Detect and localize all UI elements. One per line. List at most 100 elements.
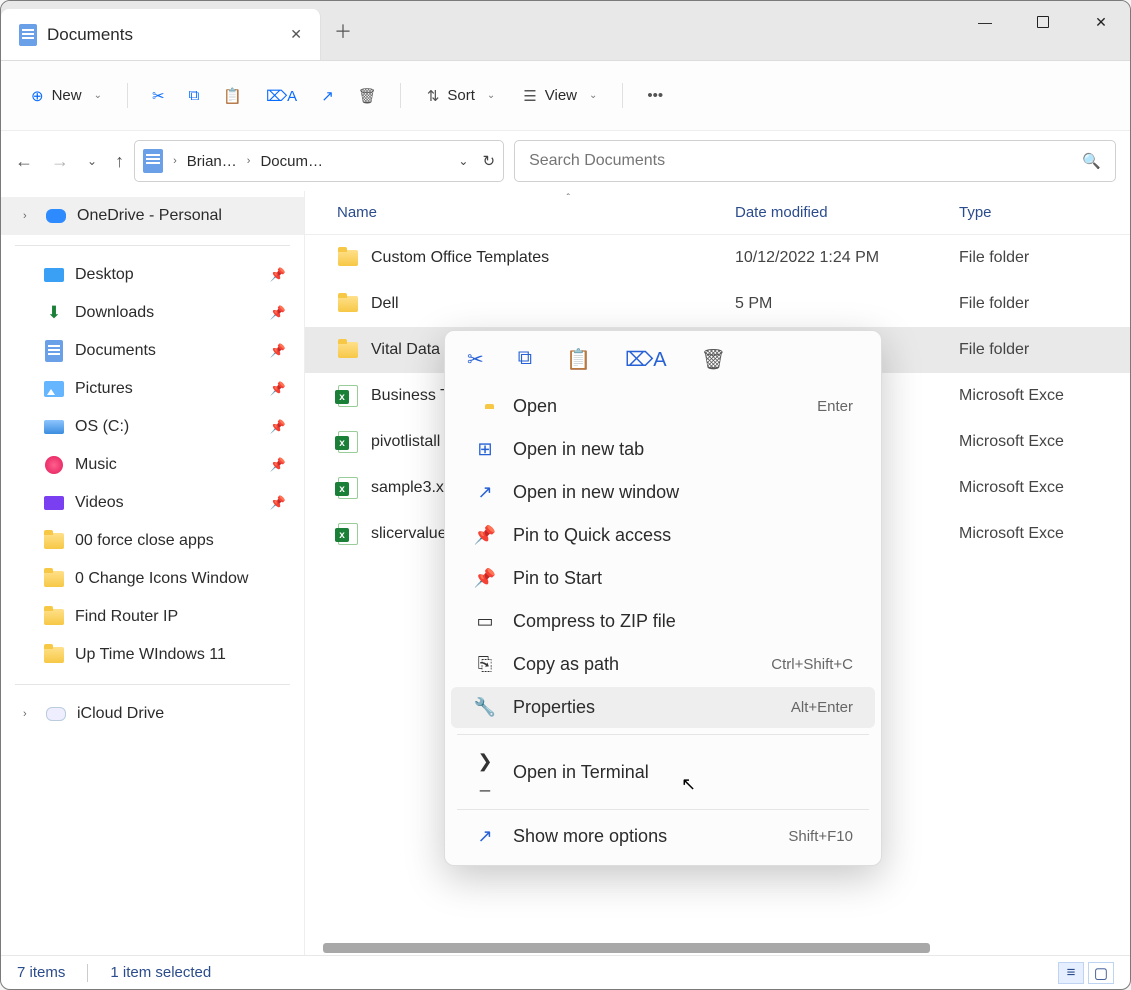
copy-icon: ⧉ xyxy=(189,87,200,104)
view-button[interactable]: ☰ View ⌄ xyxy=(511,79,609,113)
rename-icon[interactable]: ⌦A xyxy=(625,347,667,372)
sidebar-pictures[interactable]: Pictures 📌 xyxy=(1,370,304,408)
sidebar-icloud[interactable]: › iCloud Drive xyxy=(1,695,304,733)
ctx-label: Properties xyxy=(513,697,595,718)
column-date[interactable]: Date modified xyxy=(735,204,959,221)
ctx-pin-quick[interactable]: 📌 Pin to Quick access xyxy=(451,515,875,556)
search-input[interactable] xyxy=(529,152,1082,170)
chevron-right-icon: › xyxy=(243,155,255,167)
ctx-open[interactable]: Open Enter xyxy=(451,386,875,427)
tab-documents[interactable]: Documents ✕ xyxy=(1,9,321,60)
ctx-label: Open in new window xyxy=(513,482,679,503)
sidebar-videos[interactable]: Videos 📌 xyxy=(1,484,304,522)
sidebar-router[interactable]: Find Router IP xyxy=(1,598,304,636)
excel-icon xyxy=(337,477,359,499)
copy-button[interactable]: ⧉ xyxy=(179,79,210,112)
music-icon xyxy=(45,456,63,474)
back-button[interactable]: ← xyxy=(15,151,33,172)
column-name[interactable]: Name xyxy=(305,204,735,221)
close-button[interactable]: ✕ xyxy=(1072,1,1130,43)
titlebar: Documents ✕ ＋ — ✕ xyxy=(1,1,1130,61)
ctx-properties[interactable]: 🔧 Properties Alt+Enter xyxy=(451,687,875,728)
file-type: File folder xyxy=(959,295,1130,313)
pin-icon: 📌 xyxy=(270,495,286,511)
ctx-compress-zip[interactable]: ▭ Compress to ZIP file xyxy=(451,601,875,642)
maximize-button[interactable] xyxy=(1014,1,1072,43)
status-bar: 7 items 1 item selected ≡ ▢ xyxy=(1,955,1130,989)
file-name: Dell xyxy=(371,295,399,313)
ctx-open-new-tab[interactable]: ⊞ Open in new tab xyxy=(451,429,875,470)
ctx-open-terminal[interactable]: ❯_ Open in Terminal xyxy=(451,741,875,803)
copy-icon[interactable]: ⧉ xyxy=(518,347,532,372)
wrench-icon: 🔧 xyxy=(473,697,497,718)
trash-icon[interactable]: 🗑 xyxy=(701,347,726,372)
forward-button[interactable]: → xyxy=(51,151,69,172)
sidebar-downloads[interactable]: ⬇ Downloads 📌 xyxy=(1,294,304,332)
ctx-label: Pin to Quick access xyxy=(513,525,671,546)
sort-button[interactable]: ⇅ Sort ⌄ xyxy=(415,79,507,113)
chevron-up-icon[interactable]: ˆ xyxy=(567,193,570,204)
scissors-icon: ✂ xyxy=(152,87,165,105)
sidebar-uptime[interactable]: Up Time WIndows 11 xyxy=(1,636,304,674)
chevron-right-icon: › xyxy=(169,155,181,167)
view-icon: ☰ xyxy=(523,87,536,105)
chevron-down-icon[interactable]: ⌄ xyxy=(458,154,468,168)
new-button[interactable]: ⊕ New ⌄ xyxy=(19,79,114,113)
minimize-button[interactable]: — xyxy=(956,1,1014,43)
chevron-right-icon: › xyxy=(23,210,35,222)
new-tab-button[interactable]: ＋ xyxy=(321,1,365,60)
cut-button[interactable]: ✂ xyxy=(142,79,175,113)
share-button[interactable]: ↗ xyxy=(311,79,344,113)
breadcrumb-seg1[interactable]: Brian… xyxy=(187,153,237,170)
more-button[interactable]: ••• xyxy=(637,79,673,112)
sidebar-documents[interactable]: Documents 📌 xyxy=(1,332,304,370)
sidebar-item-label: OneDrive - Personal xyxy=(77,207,222,225)
ctx-label: Open xyxy=(513,396,557,417)
ctx-shortcut: Shift+F10 xyxy=(788,828,853,845)
search-box[interactable]: 🔍 xyxy=(514,140,1116,182)
cut-icon[interactable]: ✂ xyxy=(467,347,484,372)
sidebar-changeicons[interactable]: 0 Change Icons Window xyxy=(1,560,304,598)
ctx-label: Open in Terminal xyxy=(513,762,649,783)
up-button[interactable]: ↑ xyxy=(115,151,124,172)
window-controls: — ✕ xyxy=(956,1,1130,43)
file-name: Business T xyxy=(371,387,450,405)
chevron-down-icon: ⌄ xyxy=(94,90,102,101)
drive-icon xyxy=(44,420,64,434)
address-bar[interactable]: › Brian… › Docum… ⌄ ↻ xyxy=(134,140,504,182)
sidebar-music[interactable]: Music 📌 xyxy=(1,446,304,484)
videos-icon xyxy=(44,496,64,510)
sidebar-forceclose[interactable]: 00 force close apps xyxy=(1,522,304,560)
ctx-pin-start[interactable]: 📌 Pin to Start xyxy=(451,558,875,599)
details-view-button[interactable]: ≡ xyxy=(1058,962,1084,984)
scrollbar-horizontal[interactable] xyxy=(323,943,930,953)
breadcrumb-seg2[interactable]: Docum… xyxy=(260,153,323,170)
ctx-copy-path[interactable]: ⎘ Copy as path Ctrl+Shift+C xyxy=(451,644,875,685)
sidebar-desktop[interactable]: Desktop 📌 xyxy=(1,256,304,294)
thumbnails-view-button[interactable]: ▢ xyxy=(1088,962,1114,984)
document-icon xyxy=(19,24,37,46)
ctx-open-new-window[interactable]: ↗ Open in new window xyxy=(451,472,875,513)
clipboard-icon[interactable]: 📋 xyxy=(566,347,591,372)
file-row[interactable]: Custom Office Templates10/12/2022 1:24 P… xyxy=(305,235,1130,281)
delete-button[interactable]: 🗑 xyxy=(348,79,387,113)
sidebar-onedrive[interactable]: › OneDrive - Personal xyxy=(1,197,304,235)
sidebar-item-label: Music xyxy=(75,456,117,474)
grid-icon: ▢ xyxy=(1094,964,1108,982)
file-row[interactable]: Dell5 PMFile folder xyxy=(305,281,1130,327)
folder-icon xyxy=(44,533,64,549)
paste-button[interactable]: 📋 xyxy=(213,79,252,113)
ctx-label: Copy as path xyxy=(513,654,619,675)
recent-button[interactable]: ⌄ xyxy=(87,154,97,168)
tab-close-icon[interactable]: ✕ xyxy=(290,26,302,43)
file-date: 10/12/2022 1:24 PM xyxy=(735,249,959,267)
sidebar-item-label: Documents xyxy=(75,342,156,360)
rename-button[interactable]: ⌦A xyxy=(256,79,307,113)
sidebar-osc[interactable]: OS (C:) 📌 xyxy=(1,408,304,446)
refresh-icon[interactable]: ↻ xyxy=(482,152,495,170)
more-icon: ↗ xyxy=(473,826,497,847)
ctx-show-more[interactable]: ↗ Show more options Shift+F10 xyxy=(451,816,875,857)
pin-icon: 📌 xyxy=(473,525,497,546)
column-type[interactable]: Type xyxy=(959,204,1130,221)
new-window-icon: ↗ xyxy=(473,482,497,503)
